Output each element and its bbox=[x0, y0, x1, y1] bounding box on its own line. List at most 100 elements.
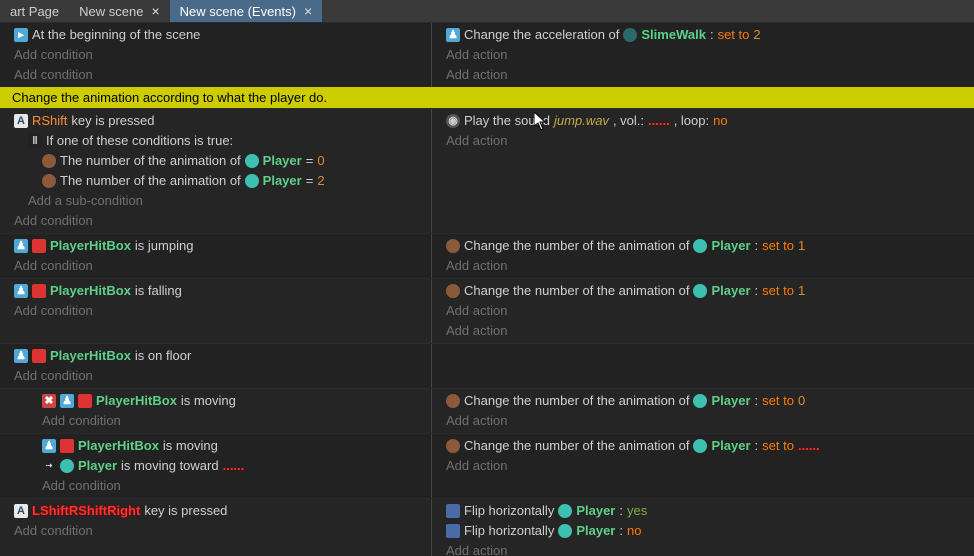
add-condition[interactable]: Add condition bbox=[0, 366, 431, 386]
act-text: Change the number of the animation of bbox=[464, 392, 689, 410]
add-action[interactable]: Add action bbox=[432, 65, 974, 85]
operator: = bbox=[306, 172, 314, 190]
action[interactable]: Change the number of the animation of Pl… bbox=[432, 281, 974, 301]
condition[interactable]: ♟ PlayerHitBox is falling bbox=[0, 281, 431, 301]
move-icon: ⇢ bbox=[42, 459, 56, 473]
actions-column: ◉ Play the sound jump.wav, vol.: ......,… bbox=[432, 109, 974, 233]
keyboard-icon: A bbox=[14, 114, 28, 128]
condition[interactable]: A LShiftRShiftRight key is pressed bbox=[0, 501, 431, 521]
object-name: Player bbox=[78, 457, 117, 475]
event-row[interactable]: A LShiftRShiftRight key is pressed Add c… bbox=[0, 498, 974, 556]
close-icon[interactable]: × bbox=[304, 4, 312, 18]
action[interactable]: Change the number of the animation of Pl… bbox=[432, 236, 974, 256]
action[interactable]: Flip horizontally Player : yes bbox=[432, 501, 974, 521]
add-condition[interactable]: Add condition bbox=[0, 45, 431, 65]
act-text: Change the acceleration of bbox=[464, 26, 619, 44]
tab-bar: art Page New scene × New scene (Events) … bbox=[0, 0, 974, 22]
condition[interactable]: ♟ PlayerHitBox is on floor bbox=[0, 346, 431, 366]
add-condition[interactable]: Add condition bbox=[0, 521, 431, 541]
event-row[interactable]: ♟ PlayerHitBox is jumping Add condition … bbox=[0, 233, 974, 278]
tab-art-page[interactable]: art Page bbox=[0, 0, 69, 22]
cond-text: If one of these conditions is true: bbox=[46, 132, 233, 150]
add-condition[interactable]: Add condition bbox=[0, 211, 431, 231]
condition-inverted[interactable]: ✖ ♟ PlayerHitBox is moving bbox=[0, 391, 431, 411]
condition[interactable]: The number of the animation of Player = … bbox=[0, 151, 431, 171]
add-action[interactable]: Add action bbox=[432, 541, 974, 556]
cond-text: is falling bbox=[135, 282, 182, 300]
anim-icon bbox=[446, 239, 460, 253]
add-action[interactable]: Add action bbox=[432, 131, 974, 151]
anim-icon bbox=[446, 439, 460, 453]
event-row[interactable]: ♟ PlayerHitBox is falling Add condition … bbox=[0, 278, 974, 343]
add-sub-condition[interactable]: Add a sub-condition bbox=[0, 191, 431, 211]
operator: set to bbox=[762, 437, 794, 455]
act-text: Flip horizontally bbox=[464, 502, 554, 520]
value: yes bbox=[627, 502, 647, 520]
tab-new-scene-events[interactable]: New scene (Events) × bbox=[170, 0, 323, 22]
value: 2 bbox=[317, 172, 324, 190]
or-icon: ‖ bbox=[28, 134, 42, 148]
loop-value: no bbox=[713, 112, 727, 130]
act-text: Change the number of the animation of bbox=[464, 237, 689, 255]
run-icon: ♟ bbox=[14, 284, 28, 298]
object-icon bbox=[245, 154, 259, 168]
object-icon bbox=[32, 349, 46, 363]
anim-icon bbox=[42, 154, 56, 168]
close-icon[interactable]: × bbox=[151, 4, 159, 18]
key-name: RShift bbox=[32, 112, 67, 130]
cond-text: The number of the animation of bbox=[60, 172, 241, 190]
act-text: Flip horizontally bbox=[464, 522, 554, 540]
action[interactable]: Change the number of the animation of Pl… bbox=[432, 391, 974, 411]
action[interactable]: Flip horizontally Player : no bbox=[432, 521, 974, 541]
conditions-column: A RShift key is pressed ‖ If one of thes… bbox=[0, 109, 432, 233]
action[interactable]: Change the number of the animation of Pl… bbox=[432, 436, 974, 456]
add-condition[interactable]: Add condition bbox=[0, 65, 431, 85]
operator: = bbox=[306, 152, 314, 170]
object-name: SlimeWalk bbox=[641, 26, 706, 44]
add-condition[interactable]: Add condition bbox=[0, 476, 431, 496]
add-action[interactable]: Add action bbox=[432, 45, 974, 65]
keyboard-icon: A bbox=[14, 504, 28, 518]
run-icon: ♟ bbox=[446, 28, 460, 42]
cond-text: is moving bbox=[181, 392, 236, 410]
add-action[interactable]: Add action bbox=[432, 256, 974, 276]
cond-text: key is pressed bbox=[144, 502, 227, 520]
add-action[interactable]: Add action bbox=[432, 456, 974, 476]
object-name: Player bbox=[711, 437, 750, 455]
cond-text: is jumping bbox=[135, 237, 194, 255]
action[interactable]: ◉ Play the sound jump.wav, vol.: ......,… bbox=[432, 111, 974, 131]
event-row[interactable]: ♟ PlayerHitBox is on floor Add condition bbox=[0, 343, 974, 388]
event-row[interactable]: ▸ At the beginning of the scene Add cond… bbox=[0, 22, 974, 87]
add-action[interactable]: Add action bbox=[432, 411, 974, 431]
anim-icon bbox=[42, 174, 56, 188]
comment-event[interactable]: Change the animation according to what t… bbox=[0, 87, 974, 108]
object-name: Player bbox=[263, 152, 302, 170]
add-action[interactable]: Add action bbox=[432, 301, 974, 321]
act-text: Change the number of the animation of bbox=[464, 282, 689, 300]
add-condition[interactable]: Add condition bbox=[0, 411, 431, 431]
anim-icon bbox=[446, 394, 460, 408]
actions-column: ♟ Change the acceleration of SlimeWalk: … bbox=[432, 23, 974, 87]
condition[interactable]: ⇢ Player is moving toward ...... bbox=[0, 456, 431, 476]
scene-start-icon: ▸ bbox=[14, 28, 28, 42]
event-sub-row[interactable]: ♟ PlayerHitBox is moving ⇢ Player is mov… bbox=[0, 433, 974, 498]
add-action[interactable]: Add action bbox=[432, 321, 974, 341]
act-text: Play the sound bbox=[464, 112, 550, 130]
add-condition[interactable]: Add condition bbox=[0, 256, 431, 276]
action[interactable]: ♟ Change the acceleration of SlimeWalk: … bbox=[432, 25, 974, 45]
condition[interactable]: ▸ At the beginning of the scene bbox=[0, 25, 431, 45]
cond-text: At the beginning of the scene bbox=[32, 26, 200, 44]
object-name: Player bbox=[576, 502, 615, 520]
condition[interactable]: ♟ PlayerHitBox is jumping bbox=[0, 236, 431, 256]
condition[interactable]: A RShift key is pressed bbox=[0, 111, 431, 131]
event-row[interactable]: A RShift key is pressed ‖ If one of thes… bbox=[0, 108, 974, 233]
condition[interactable]: ♟ PlayerHitBox is moving bbox=[0, 436, 431, 456]
add-condition[interactable]: Add condition bbox=[0, 301, 431, 321]
event-sub-row[interactable]: ✖ ♟ PlayerHitBox is moving Add condition… bbox=[0, 388, 974, 433]
object-name: Player bbox=[711, 282, 750, 300]
tab-new-scene[interactable]: New scene × bbox=[69, 0, 170, 22]
run-icon: ♟ bbox=[14, 239, 28, 253]
object-icon bbox=[245, 174, 259, 188]
condition[interactable]: The number of the animation of Player = … bbox=[0, 171, 431, 191]
or-condition-group[interactable]: ‖ If one of these conditions is true: bbox=[0, 131, 431, 151]
